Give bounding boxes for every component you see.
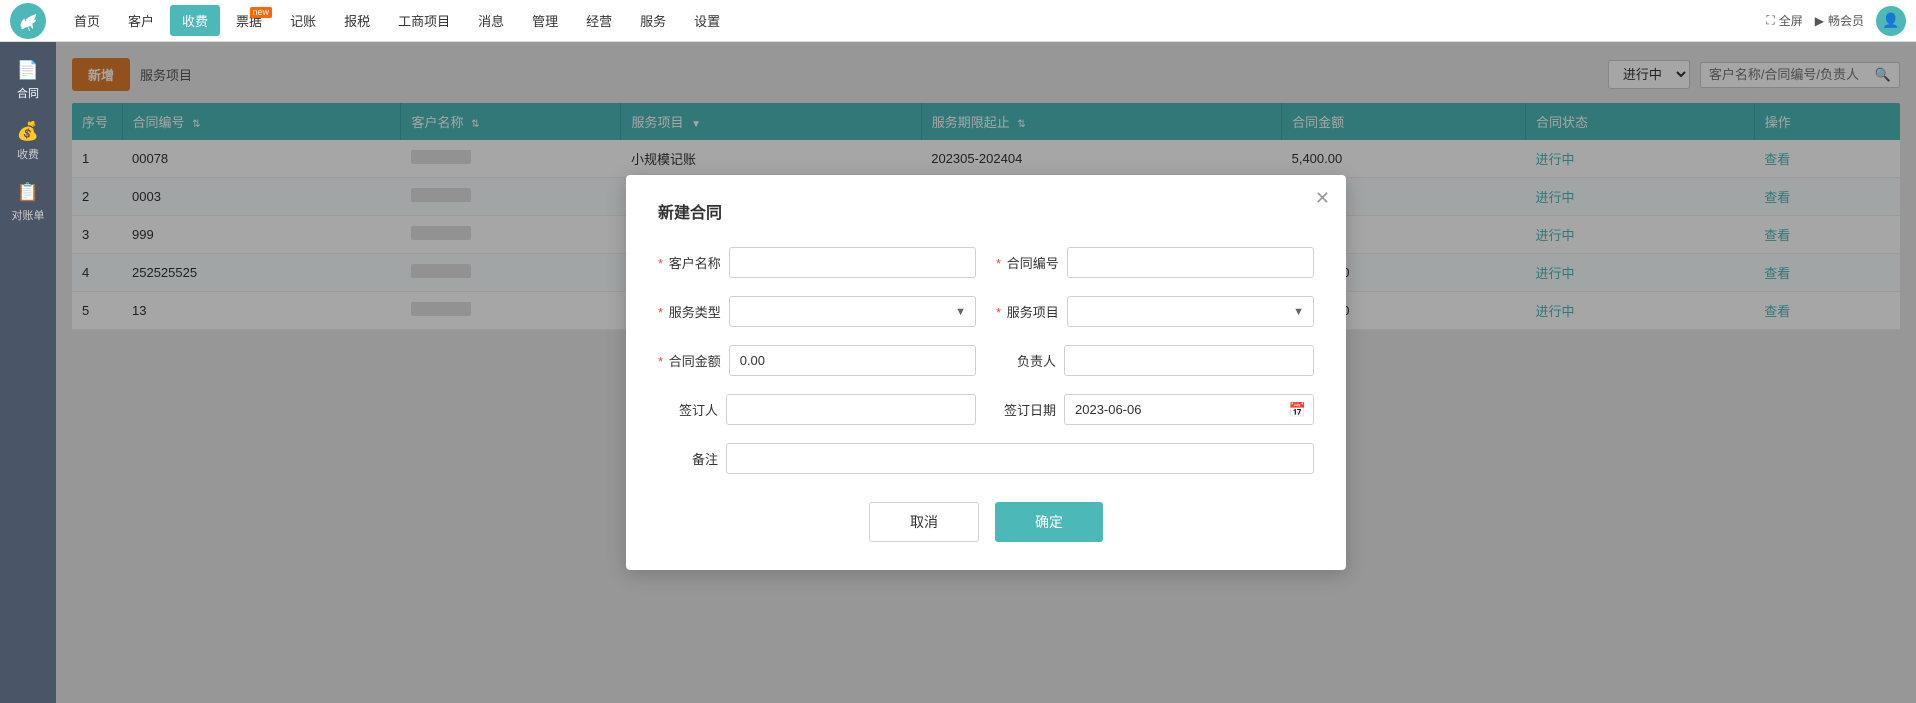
modal-close-button[interactable]: ✕ <box>1315 189 1330 207</box>
play-icon: ▶ <box>1815 14 1824 28</box>
responsible-label: 负责人 <box>996 351 1056 370</box>
user-avatar[interactable]: 👤 <box>1876 6 1906 36</box>
sidebar-item-contract[interactable]: 📄 合同 <box>0 50 56 111</box>
member-button[interactable]: ▶ 畅会员 <box>1815 12 1864 29</box>
service-type-label: * 服务类型 <box>658 302 721 321</box>
fee-icon: 💰 <box>17 121 39 142</box>
modal-title: 新建合同 <box>658 199 1314 223</box>
nav-client[interactable]: 客户 <box>116 5 166 36</box>
field-responsible: 负责人 <box>996 345 1314 376</box>
sidebar-item-label: 合同 <box>17 85 39 101</box>
sign-date-label: 签订日期 <box>996 400 1056 419</box>
modal-overlay: 新建合同 ✕ * 客户名称 * 合同编号 <box>56 42 1916 703</box>
field-contract-amount: * 合同金额 <box>658 345 976 376</box>
form-row-4: 签订人 签订日期 📅 <box>658 394 1314 425</box>
nav-ticket[interactable]: 票据 new <box>224 5 274 36</box>
field-sign-date: 签订日期 📅 <box>996 394 1314 425</box>
form-row-5: 备注 <box>658 443 1314 474</box>
contract-amount-input[interactable] <box>729 345 976 376</box>
required-star-3: * <box>658 305 663 320</box>
sidebar-item-statement[interactable]: 📋 对账单 <box>0 172 56 233</box>
fullscreen-icon: ⛶ <box>1766 13 1774 28</box>
nav-right: ⛶ 全屏 ▶ 畅会员 👤 <box>1766 6 1906 36</box>
nav-message[interactable]: 消息 <box>466 5 516 36</box>
service-type-select-wrap <box>729 296 976 327</box>
fullscreen-button[interactable]: ⛶ 全屏 <box>1766 12 1802 29</box>
client-name-input[interactable] <box>729 247 976 278</box>
form-row-1: * 客户名称 * 合同编号 <box>658 247 1314 278</box>
sidebar-item-fee[interactable]: 💰 收费 <box>0 111 56 172</box>
sign-date-input[interactable] <box>1064 394 1314 425</box>
field-remark: 备注 <box>658 443 1314 474</box>
required-star-4: * <box>996 305 1001 320</box>
service-item-select[interactable] <box>1067 296 1314 327</box>
contract-no-label: * 合同编号 <box>996 253 1059 272</box>
nav-service[interactable]: 服务 <box>628 5 678 36</box>
nav-business[interactable]: 工商项目 <box>386 5 462 36</box>
nav-settings[interactable]: 设置 <box>682 5 732 36</box>
new-badge: new <box>250 7 273 18</box>
signer-input[interactable] <box>726 394 976 425</box>
nav-fee[interactable]: 收费 <box>170 5 220 36</box>
nav-manage[interactable]: 管理 <box>520 5 570 36</box>
sidebar: 📄 合同 💰 收费 📋 对账单 <box>0 42 56 703</box>
sign-date-wrap: 📅 <box>1064 394 1314 425</box>
field-service-type: * 服务类型 <box>658 296 976 327</box>
form-row-2: * 服务类型 * 服务项目 <box>658 296 1314 327</box>
statement-icon: 📋 <box>17 182 39 203</box>
remark-input[interactable] <box>726 443 1314 474</box>
required-star-2: * <box>996 256 1001 271</box>
remark-label: 备注 <box>658 449 718 468</box>
app-logo <box>10 3 46 39</box>
service-item-label: * 服务项目 <box>996 302 1059 321</box>
confirm-button[interactable]: 确定 <box>995 502 1103 542</box>
contract-no-input[interactable] <box>1067 247 1314 278</box>
contract-icon: 📄 <box>17 60 39 81</box>
field-client-name: * 客户名称 <box>658 247 976 278</box>
signer-label: 签订人 <box>658 400 718 419</box>
new-contract-modal: 新建合同 ✕ * 客户名称 * 合同编号 <box>626 175 1346 570</box>
nav-tax[interactable]: 报税 <box>332 5 382 36</box>
field-signer: 签订人 <box>658 394 976 425</box>
contract-amount-label: * 合同金额 <box>658 351 721 370</box>
field-service-item: * 服务项目 <box>996 296 1314 327</box>
service-type-select[interactable] <box>729 296 976 327</box>
service-item-select-wrap <box>1067 296 1314 327</box>
sidebar-item-label: 收费 <box>17 146 39 162</box>
nav-bookkeeping[interactable]: 记账 <box>278 5 328 36</box>
cancel-button[interactable]: 取消 <box>869 502 979 542</box>
modal-footer: 取消 确定 <box>658 502 1314 542</box>
nav-items: 首页 客户 收费 票据 new 记账 报税 工商项目 消息 管理 经营 服务 设… <box>62 5 1766 36</box>
form-row-3: * 合同金额 负责人 <box>658 345 1314 376</box>
responsible-input[interactable] <box>1064 345 1314 376</box>
nav-operation[interactable]: 经营 <box>574 5 624 36</box>
top-nav: 首页 客户 收费 票据 new 记账 报税 工商项目 消息 管理 经营 服务 设… <box>0 0 1916 42</box>
main-layout: 📄 合同 💰 收费 📋 对账单 新增 服务项目 进行中 已完成 已终止 🔍 <box>0 42 1916 703</box>
required-star-5: * <box>658 354 663 369</box>
nav-home[interactable]: 首页 <box>62 5 112 36</box>
calendar-icon[interactable]: 📅 <box>1289 401 1306 418</box>
content-area: 新增 服务项目 进行中 已完成 已终止 🔍 序号 合同编号 <box>56 42 1916 703</box>
field-contract-no: * 合同编号 <box>996 247 1314 278</box>
client-name-label: * 客户名称 <box>658 253 721 272</box>
sidebar-item-label: 对账单 <box>12 207 45 223</box>
required-star: * <box>658 256 663 271</box>
